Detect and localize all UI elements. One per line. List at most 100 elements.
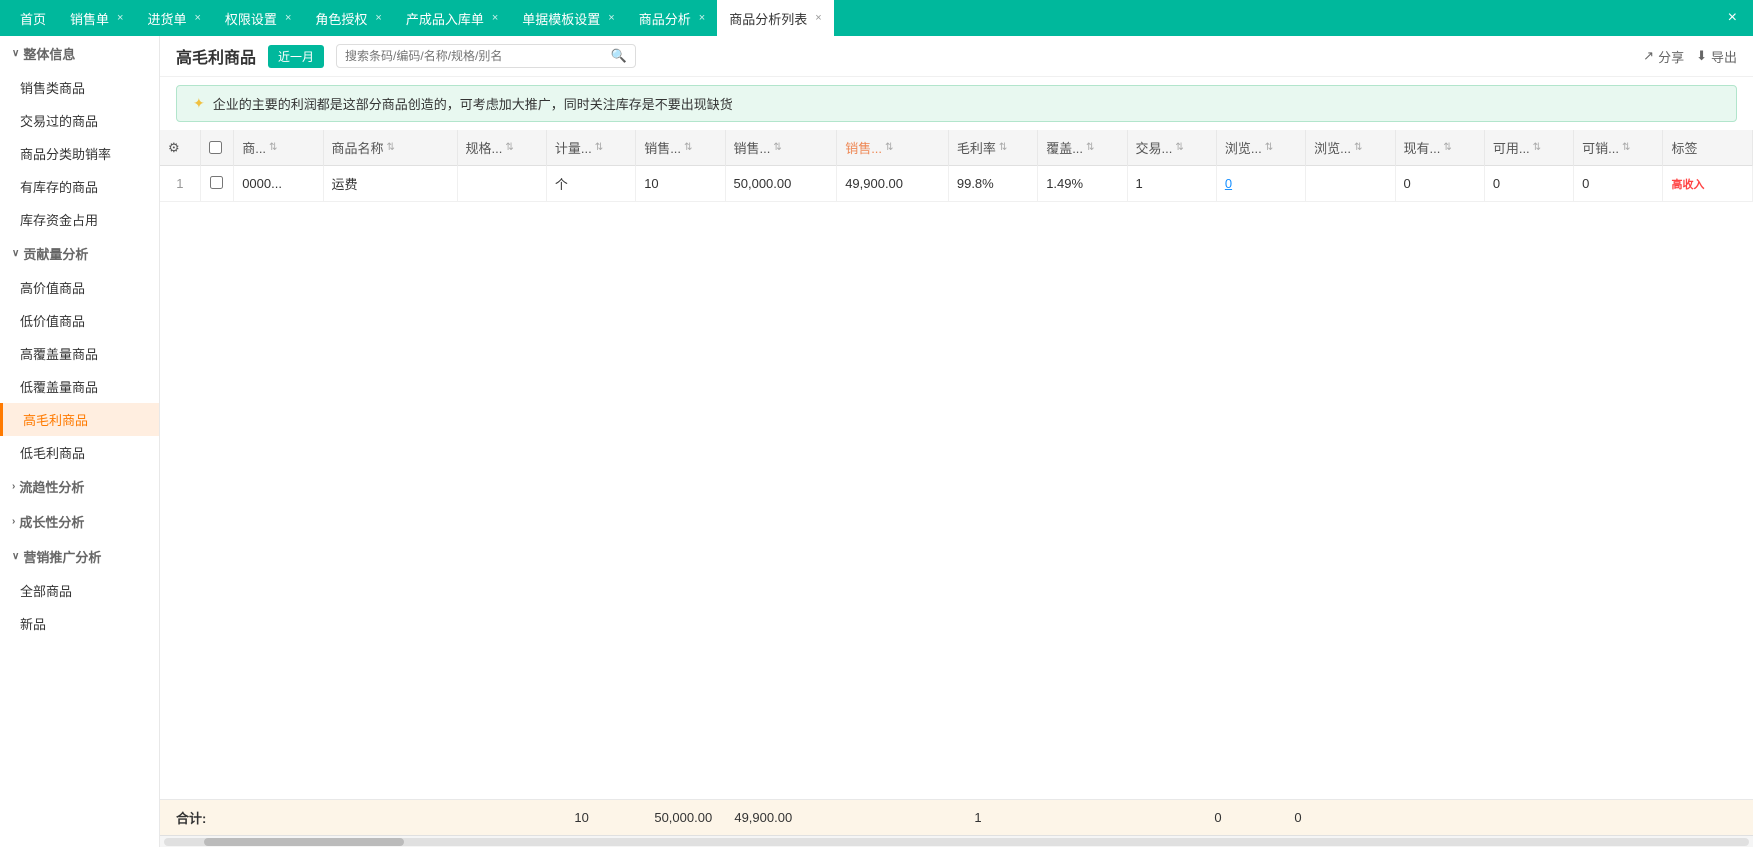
col-settings[interactable]: ⚙	[160, 130, 200, 166]
sidebar-item-high-value[interactable]: 高价值商品	[0, 271, 159, 304]
nav-product-analysis-list[interactable]: 商品分析列表 ×	[717, 0, 833, 36]
sidebar-item-high-coverage[interactable]: 高覆盖量商品	[0, 337, 159, 370]
col-sales-profit[interactable]: 销售...⇅	[837, 130, 949, 166]
share-button[interactable]: ↗ 分享	[1643, 47, 1684, 66]
sort-code-icon: ⇅	[269, 142, 277, 153]
sidebar-item-low-margin[interactable]: 低毛利商品	[0, 436, 159, 469]
col-current-stock[interactable]: 现有...⇅	[1395, 130, 1484, 166]
sort-browse1-icon: ⇅	[1265, 142, 1273, 153]
nav-home[interactable]: 首页	[8, 0, 58, 36]
col-checkbox	[200, 130, 234, 166]
col-sales-qty[interactable]: 销售...⇅	[636, 130, 725, 166]
sidebar-group-trend-header[interactable]: › 流趋性分析	[0, 469, 159, 504]
nav-permission-settings[interactable]: 权限设置 ×	[213, 0, 303, 36]
nav-sales-order[interactable]: 销售单 ×	[58, 0, 135, 36]
col-coverage[interactable]: 覆盖...⇅	[1038, 130, 1127, 166]
sidebar-item-in-stock-goods[interactable]: 有库存的商品	[0, 170, 159, 203]
row-checkbox[interactable]	[210, 176, 223, 189]
sort-unit-icon: ⇅	[595, 142, 603, 153]
close-product-entry-icon[interactable]: ×	[492, 12, 498, 24]
close-sales-order-icon[interactable]: ×	[117, 12, 123, 24]
sidebar-item-low-value[interactable]: 低价值商品	[0, 304, 159, 337]
col-spec[interactable]: 规格...⇅	[457, 130, 546, 166]
cell-current-stock: 0	[1395, 166, 1484, 202]
sort-sellable-stock-icon: ⇅	[1622, 142, 1630, 153]
col-sales-amount[interactable]: 销售...⇅	[725, 130, 837, 166]
top-navigation: 首页 销售单 × 进货单 × 权限设置 × 角色授权 × 产成品入库单 × 单据…	[0, 0, 1753, 36]
sidebar-group-marketing: ∨ 营销推广分析 全部商品 新品	[0, 539, 159, 640]
close-product-analysis-list-icon[interactable]: ×	[815, 12, 821, 24]
col-tag[interactable]: 标签	[1663, 130, 1753, 166]
cell-tag: 高收入	[1663, 166, 1753, 202]
scrollbar-thumb[interactable]	[204, 838, 404, 846]
sidebar-group-growth-header[interactable]: › 成长性分析	[0, 504, 159, 539]
export-button[interactable]: ⬇ 导出	[1696, 47, 1737, 66]
horizontal-scrollbar[interactable]	[160, 835, 1753, 847]
col-code[interactable]: 商...⇅	[234, 130, 323, 166]
content-area: 高毛利商品 近一月 🔍 ↗ 分享 ⬇ 导出 ✦ 企业的主要的利润都是这部分商品创…	[160, 36, 1753, 847]
sidebar-group-contribution-header[interactable]: ∨ 贡献量分析	[0, 236, 159, 271]
sidebar-item-low-coverage[interactable]: 低覆盖量商品	[0, 370, 159, 403]
col-sellable-stock[interactable]: 可销...⇅	[1574, 130, 1663, 166]
sidebar-group-trend: › 流趋性分析	[0, 469, 159, 504]
cell-spec	[457, 166, 546, 202]
cell-browse2	[1306, 166, 1395, 202]
sidebar-item-high-margin[interactable]: 高毛利商品	[0, 403, 159, 436]
search-icon[interactable]: 🔍	[611, 48, 627, 64]
col-browse1[interactable]: 浏览...⇅	[1216, 130, 1305, 166]
cell-browse1: 0	[1216, 166, 1305, 202]
export-icon: ⬇	[1696, 48, 1707, 64]
sort-sales-profit-icon: ⇅	[885, 142, 893, 153]
col-browse2[interactable]: 浏览...⇅	[1306, 130, 1395, 166]
col-trade-count[interactable]: 交易...⇅	[1127, 130, 1216, 166]
scrollbar-track	[164, 838, 1749, 846]
sidebar-group-overall-header[interactable]: ∨ 整体信息	[0, 36, 159, 71]
cell-code: 0000...	[234, 166, 323, 202]
sort-browse2-icon: ⇅	[1354, 142, 1362, 153]
col-unit[interactable]: 计量...⇅	[546, 130, 635, 166]
table-header-row: ⚙ 商...⇅ 商品名称⇅ 规格...⇅	[160, 130, 1753, 166]
close-permission-settings-icon[interactable]: ×	[285, 12, 291, 24]
data-table: ⚙ 商...⇅ 商品名称⇅ 规格...⇅	[160, 130, 1753, 202]
sidebar-item-traded-goods[interactable]: 交易过的商品	[0, 104, 159, 137]
cell-checkbox	[200, 166, 234, 202]
sidebar-collapse-button[interactable]: ‹	[159, 442, 160, 482]
search-input[interactable]	[345, 49, 607, 63]
table-row: 1 0000... 运费	[160, 166, 1753, 202]
close-all-button[interactable]: ×	[1720, 9, 1745, 27]
close-purchase-order-icon[interactable]: ×	[194, 12, 200, 24]
nav-product-analysis[interactable]: 商品分析 ×	[627, 0, 717, 36]
footer-label: 合计:	[176, 808, 246, 827]
sidebar-item-category-rate[interactable]: 商品分类助销率	[0, 137, 159, 170]
sidebar-item-stock-capital[interactable]: 库存资金占用	[0, 203, 159, 236]
nav-product-entry[interactable]: 产成品入库单 ×	[394, 0, 510, 36]
col-available-stock[interactable]: 可用...⇅	[1484, 130, 1573, 166]
sidebar-group-growth: › 成长性分析	[0, 504, 159, 539]
nav-template-settings[interactable]: 单据模板设置 ×	[510, 0, 626, 36]
sidebar-item-new-goods[interactable]: 新品	[0, 607, 159, 640]
chevron-right-icon: ›	[12, 481, 15, 492]
sidebar-group-contribution: ∨ 贡献量分析 高价值商品 低价值商品 高覆盖量商品 低覆盖量商品 高毛利商品 …	[0, 236, 159, 469]
footer-available-stock: 0	[1286, 810, 1366, 825]
info-icon: ✦	[193, 95, 205, 112]
chevron-down-icon: ∨	[12, 48, 19, 59]
nav-role-auth[interactable]: 角色授权 ×	[303, 0, 393, 36]
sidebar-group-marketing-header[interactable]: ∨ 营销推广分析	[0, 539, 159, 574]
footer-sales-qty: 10	[566, 810, 646, 825]
col-gross-margin[interactable]: 毛利率⇅	[948, 130, 1037, 166]
close-product-analysis-icon[interactable]: ×	[699, 12, 705, 24]
sidebar-item-all-goods[interactable]: 全部商品	[0, 574, 159, 607]
sidebar-group-overall: ∨ 整体信息 销售类商品 交易过的商品 商品分类助销率 有库存的商品 库存资金占…	[0, 36, 159, 236]
close-template-settings-icon[interactable]: ×	[608, 12, 614, 24]
select-all-checkbox[interactable]	[209, 141, 222, 154]
cell-available-stock: 0	[1484, 166, 1573, 202]
chevron-right-icon-2: ›	[12, 516, 15, 527]
nav-purchase-order[interactable]: 进货单 ×	[135, 0, 212, 36]
cell-sales-amount: 50,000.00	[725, 166, 837, 202]
col-name[interactable]: 商品名称⇅	[323, 130, 457, 166]
time-filter-button[interactable]: 近一月	[268, 45, 324, 68]
sidebar-item-sales-goods[interactable]: 销售类商品	[0, 71, 159, 104]
close-role-auth-icon[interactable]: ×	[375, 12, 381, 24]
footer-trade-count: 1	[966, 810, 1046, 825]
cell-trade-count: 1	[1127, 166, 1216, 202]
